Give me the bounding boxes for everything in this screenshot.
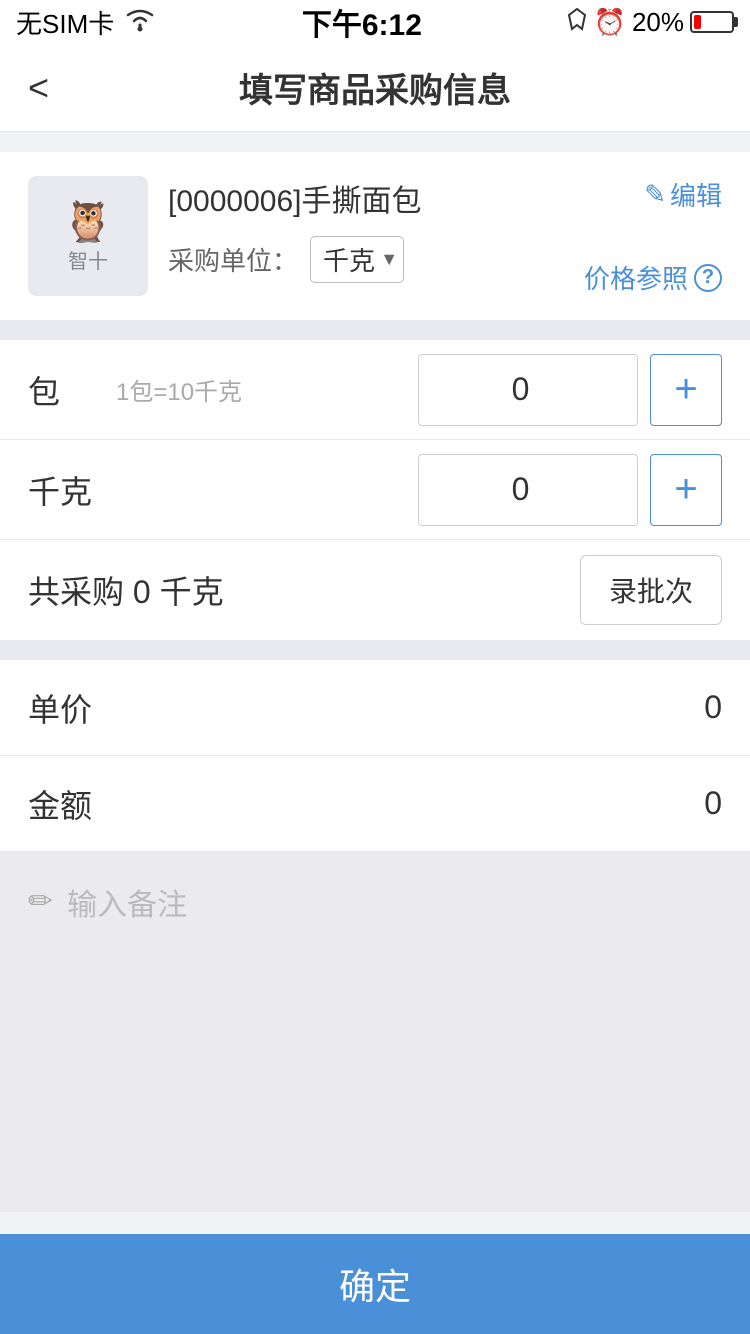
page-title: 填写商品采购信息 xyxy=(239,63,511,112)
unit-price-value: 0 xyxy=(704,689,722,726)
kg-input-right: + xyxy=(418,454,722,526)
product-name: [0000006]手撕面包 xyxy=(168,176,722,220)
kg-plus-button[interactable]: + xyxy=(650,454,722,526)
record-batch-button[interactable]: 录批次 xyxy=(580,555,722,625)
battery-icon xyxy=(690,11,734,33)
edit-button[interactable]: ✎ 编辑 xyxy=(644,176,722,213)
remark-section[interactable]: ✏ 输入备注 xyxy=(0,852,750,1212)
amount-row: 金额 0 xyxy=(0,756,750,852)
unit-select-wrapper[interactable]: 千克 ▼ xyxy=(310,236,404,283)
status-bar: 无SIM卡 下午6:12 ⏰ 20% xyxy=(0,0,750,44)
carrier-text: 无SIM卡 xyxy=(16,4,114,41)
unit-select-display[interactable]: 千克 xyxy=(310,236,404,283)
status-left: 无SIM卡 xyxy=(16,4,158,41)
status-time: 下午6:12 xyxy=(302,0,422,44)
product-owl-icon: 🦉 xyxy=(63,198,113,245)
back-button[interactable]: < xyxy=(28,67,49,109)
unit-price-label: 单价 xyxy=(28,685,92,731)
product-card: 🦉 智十 [0000006]手撕面包 采购单位： 千克 ▼ ✎ 编辑 价格参照 … xyxy=(0,152,750,320)
kg-row: 千克 + xyxy=(0,440,750,540)
kg-label: 千克 xyxy=(28,467,108,513)
status-right: ⏰ 20% xyxy=(566,7,734,38)
total-label: 共采购 0 千克 xyxy=(28,567,224,613)
pack-plus-button[interactable]: + xyxy=(650,354,722,426)
unit-price-row: 单价 0 xyxy=(0,660,750,756)
price-ref-icon: ? xyxy=(694,264,722,292)
nav-bar: < 填写商品采购信息 xyxy=(0,44,750,132)
amount-value: 0 xyxy=(704,785,722,822)
kg-quantity-input[interactable] xyxy=(418,454,638,526)
main-content: 🦉 智十 [0000006]手撕面包 采购单位： 千克 ▼ ✎ 编辑 价格参照 … xyxy=(0,152,750,1312)
total-row: 共采购 0 千克 录批次 xyxy=(0,540,750,640)
confirm-button[interactable]: 确定 xyxy=(0,1234,750,1334)
edit-icon: ✎ xyxy=(644,179,666,210)
price-ref-label: 价格参照 xyxy=(584,259,688,296)
section-divider-2 xyxy=(0,640,750,660)
unit-label: 采购单位： xyxy=(168,241,298,278)
price-ref-button[interactable]: 价格参照 ? xyxy=(584,259,722,296)
amount-label: 金额 xyxy=(28,781,92,827)
pack-row: 包 1包=10千克 + xyxy=(0,340,750,440)
location-icon xyxy=(566,7,588,38)
product-image-subtext: 智十 xyxy=(68,245,108,274)
pack-label: 包 xyxy=(28,367,108,413)
pack-input-right: + xyxy=(418,354,722,426)
pack-quantity-input[interactable] xyxy=(418,354,638,426)
battery-percent: 20% xyxy=(632,7,684,38)
remark-pencil-icon: ✏ xyxy=(28,884,53,919)
alarm-icon: ⏰ xyxy=(594,7,626,38)
remark-placeholder: 输入备注 xyxy=(67,880,187,924)
price-section: 单价 0 金额 0 xyxy=(0,660,750,852)
section-divider-1 xyxy=(0,320,750,340)
pack-sublabel: 1包=10千克 xyxy=(116,372,242,407)
edit-label: 编辑 xyxy=(670,176,722,213)
wifi-icon xyxy=(122,5,158,40)
quantity-section: 包 1包=10千克 + 千克 + xyxy=(0,340,750,540)
product-image: 🦉 智十 xyxy=(28,176,148,296)
